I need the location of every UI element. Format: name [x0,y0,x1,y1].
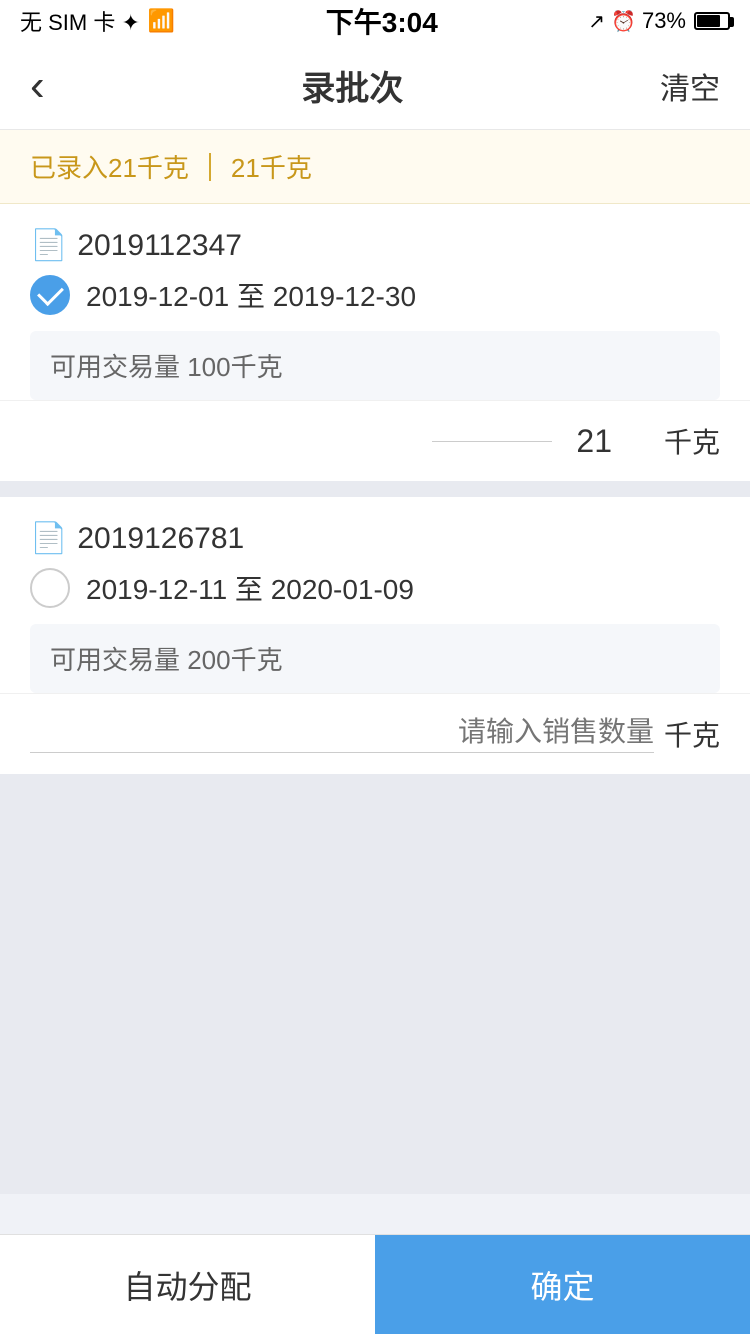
batch-2-unit: 千克 [664,714,720,754]
info-banner: 已录入21千克 21千克 [0,130,750,204]
batch-2-available-text: 可用交易量 200千克 [50,645,283,675]
batch-1-quantity-row: 21 千克 [0,400,750,481]
batch-1-id: 2019112347 [77,229,242,263]
section-separator [0,481,750,497]
status-left: 无 SIM 卡 ✦ 📶 [20,5,175,37]
gray-area [0,774,750,1194]
batch-1-doc-icon: 📄 [30,228,67,263]
wifi-icon: 📶 [148,8,175,34]
battery-icon [694,12,730,30]
batch-2-quantity-input[interactable] [354,716,654,748]
battery-percent: 73% [642,8,686,34]
location-icon: ↗ [588,9,605,34]
batch-1-date: 2019-12-01 至 2019-12-30 [86,275,416,315]
batch-2-input-row: 千克 [0,693,750,774]
batch-1-quantity-value: 21 [576,423,612,460]
nav-bar: ‹ 录批次 清空 [0,42,750,130]
batch-1-available-text: 可用交易量 100千克 [50,352,283,382]
batch-2-input-wrapper: 千克 [30,714,720,754]
status-time: 下午3:04 [326,1,438,41]
no-sim-text: 无 SIM 卡 ✦ [20,5,140,37]
back-button[interactable]: ‹ [30,61,45,111]
batch-2-id: 2019126781 [77,522,244,556]
batch-2-date: 2019-12-11 至 2020-01-09 [86,568,414,608]
batch-2-doc-icon: 📄 [30,521,67,556]
status-right: ↗ ⏰ 73% [588,8,730,34]
status-bar: 无 SIM 卡 ✦ 📶 下午3:04 ↗ ⏰ 73% [0,0,750,42]
batch-2-radio[interactable] [30,568,70,608]
batch-2-available: 可用交易量 200千克 [30,624,720,693]
alarm-icon: ⏰ [611,9,636,34]
batch-1-date-row: 2019-12-01 至 2019-12-30 [30,275,720,315]
clear-button[interactable]: 清空 [660,64,720,108]
batch-1-unit: 千克 [664,421,720,461]
batch-1-radio[interactable] [30,275,70,315]
confirm-button[interactable]: 确定 [375,1235,750,1334]
quantity-underline [432,441,552,442]
banner-divider [209,153,211,181]
batch-2-date-row: 2019-12-11 至 2020-01-09 [30,568,720,608]
batch-1-header: 📄 2019112347 [30,228,720,263]
recorded-value: 21千克 [231,148,312,185]
batch-2-header: 📄 2019126781 [30,521,720,556]
bottom-bar: 自动分配 确定 [0,1234,750,1334]
auto-distribute-button[interactable]: 自动分配 [0,1235,375,1334]
recorded-label: 已录入21千克 [30,148,189,185]
page-title: 录批次 [301,61,403,110]
batch-1-available: 可用交易量 100千克 [30,331,720,400]
batch-card-2: 📄 2019126781 2019-12-11 至 2020-01-09 可用交… [0,497,750,693]
batch-card-1: 📄 2019112347 2019-12-01 至 2019-12-30 可用交… [0,204,750,400]
